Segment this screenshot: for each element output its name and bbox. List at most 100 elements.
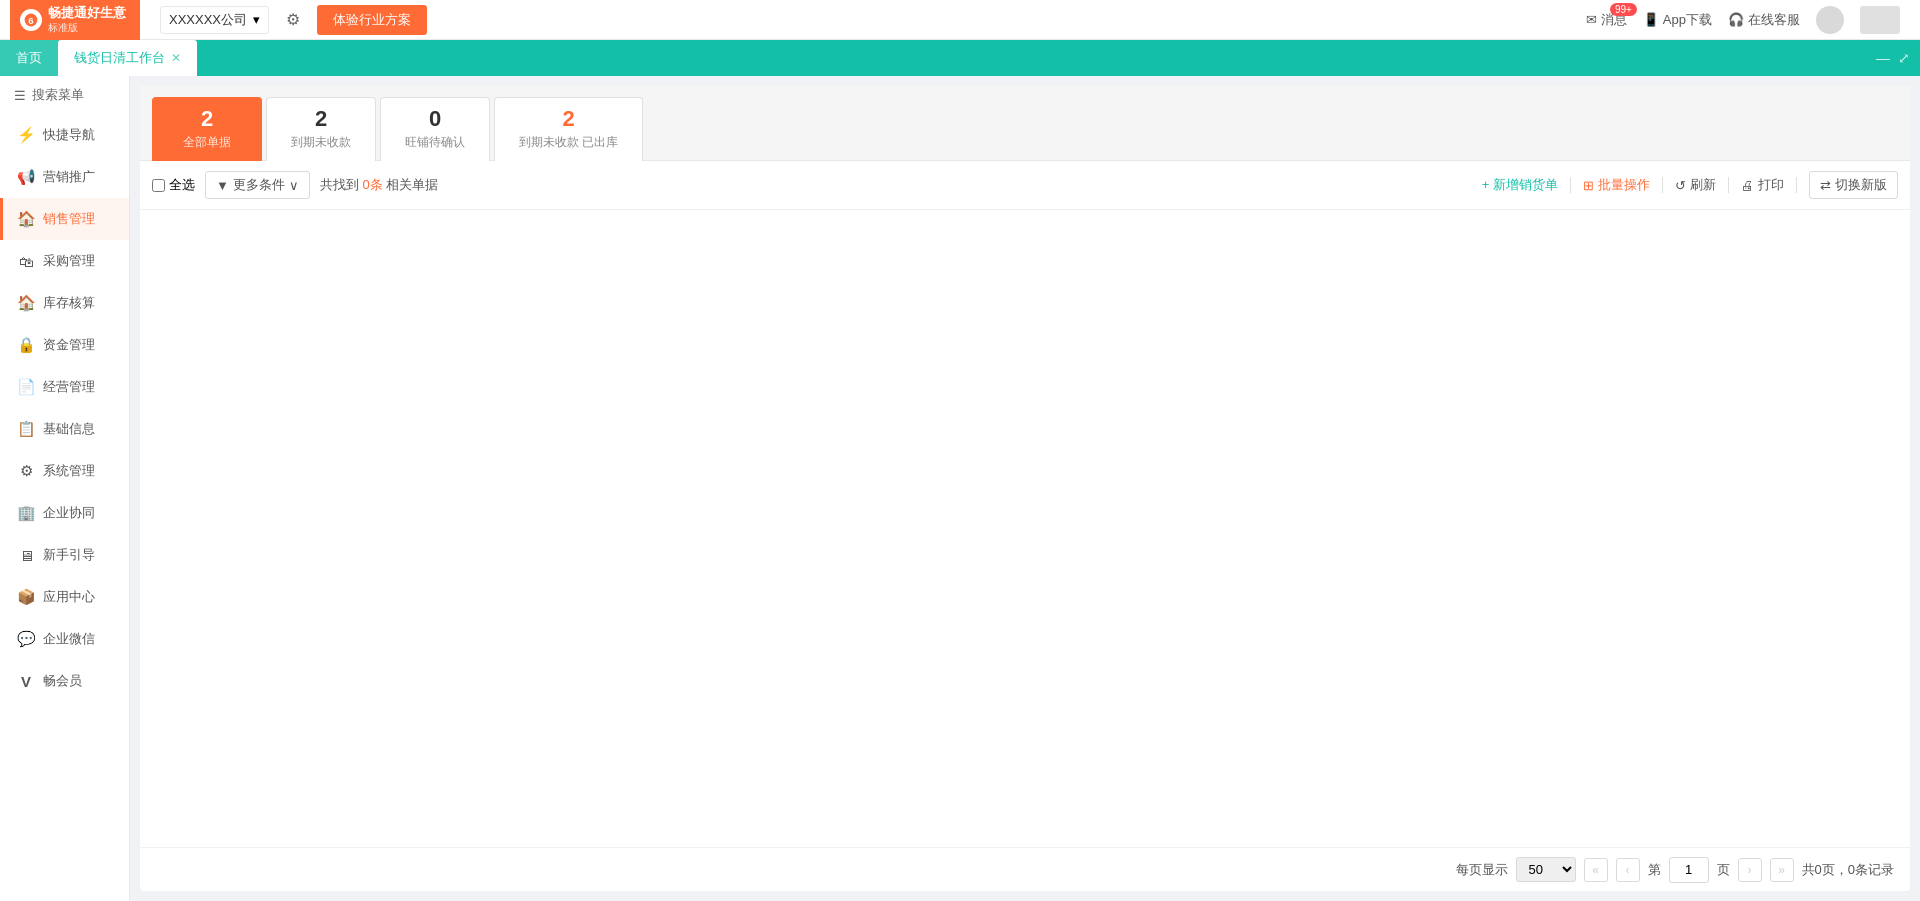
shipped-label: 到期未收款 已出库 — [519, 134, 618, 151]
sidebar-item-search-menu[interactable]: ☰ 搜索菜单 — [0, 76, 129, 114]
found-count: 0条 — [363, 177, 383, 192]
header-right: ✉ 消息 99+ 📱 App下载 🎧 在线客服 — [1586, 6, 1920, 34]
next-page-button[interactable]: › — [1738, 858, 1762, 882]
tab-close-icon[interactable]: ✕ — [171, 51, 181, 65]
per-page-select[interactable]: 50 100 200 — [1516, 857, 1576, 882]
search-icon: ☰ — [14, 88, 26, 103]
logo-area: 6 畅捷通好生意 标准版 — [10, 0, 140, 40]
last-page-icon: » — [1778, 863, 1785, 877]
refresh-button[interactable]: ↺ 刷新 — [1675, 176, 1716, 194]
first-page-button[interactable]: « — [1584, 858, 1608, 882]
appcenter-icon: 📦 — [17, 588, 35, 606]
page-prefix: 第 — [1648, 861, 1661, 879]
add-order-button[interactable]: + 新增销货单 — [1482, 176, 1558, 194]
operation-icon: 📄 — [17, 378, 35, 396]
sidebar-item-marketing[interactable]: 📢 营销推广 — [0, 156, 129, 198]
found-text: 共找到 0条 相关单据 — [320, 176, 438, 194]
dropdown-icon: ▾ — [253, 12, 260, 27]
filter-icon: ▼ — [216, 178, 229, 193]
filter-button[interactable]: ▼ 更多条件 ∨ — [205, 171, 310, 199]
tab-cashflow[interactable]: 钱货日清工作台 ✕ — [58, 40, 197, 76]
sidebar-item-inventory[interactable]: 🏠 库存核算 — [0, 282, 129, 324]
tab-maximize-button[interactable]: ⤢ — [1898, 50, 1910, 66]
sidebar-item-finance[interactable]: 🔒 资金管理 — [0, 324, 129, 366]
logo-icon: 6 — [20, 9, 42, 31]
overdue-count: 2 — [315, 106, 327, 132]
wangpu-count: 0 — [429, 106, 441, 132]
tab-minimize-button[interactable]: — — [1876, 50, 1890, 66]
per-page-label: 每页显示 — [1456, 861, 1508, 879]
sidebar-item-enterprise[interactable]: 🏢 企业协同 — [0, 492, 129, 534]
stats-tabs: 2 全部单据 2 到期未收款 0 旺铺待确认 2 到期未收款 已出库 — [140, 86, 1910, 161]
purchase-icon: 🛍 — [17, 252, 35, 270]
company-name: XXXXXX公司 — [169, 11, 247, 29]
total-records-label: 共0页，0条记录 — [1802, 861, 1894, 879]
nav-tab-controls: — ⤢ — [1876, 50, 1920, 66]
stats-tab-all[interactable]: 2 全部单据 — [152, 97, 262, 161]
sidebar-item-guide[interactable]: 🖥 新手引导 — [0, 534, 129, 576]
chevron-down-icon: ∨ — [289, 178, 299, 193]
sidebar-item-app-center[interactable]: 📦 应用中心 — [0, 576, 129, 618]
stats-tab-wangpu[interactable]: 0 旺铺待确认 — [380, 97, 490, 161]
sidebar-item-wechat[interactable]: 💬 企业微信 — [0, 618, 129, 660]
print-icon: 🖨 — [1741, 178, 1754, 193]
sidebar-item-system[interactable]: ⚙ 系统管理 — [0, 450, 129, 492]
system-icon: ⚙ — [17, 462, 35, 480]
quicknav-icon: ⚡ — [17, 126, 35, 144]
cashflow-tab-label: 钱货日清工作台 — [74, 49, 165, 67]
service-icon: 🎧 — [1728, 12, 1744, 27]
page-number-input[interactable] — [1669, 857, 1709, 883]
last-page-button[interactable]: » — [1770, 858, 1794, 882]
sidebar-item-operation[interactable]: 📄 经营管理 — [0, 366, 129, 408]
sidebar-item-purchase[interactable]: 🛍 采购管理 — [0, 240, 129, 282]
header-left: 6 畅捷通好生意 标准版 XXXXXX公司 ▾ ⚙ 体验行业方案 — [0, 0, 427, 40]
select-all-input[interactable] — [152, 179, 165, 192]
company-selector[interactable]: XXXXXX公司 ▾ — [160, 6, 269, 34]
settings-button[interactable]: ⚙ — [279, 6, 307, 34]
avatar[interactable] — [1816, 6, 1844, 34]
select-all-checkbox[interactable]: 全选 — [152, 176, 195, 194]
sidebar-item-basic-info[interactable]: 📋 基础信息 — [0, 408, 129, 450]
finance-icon: 🔒 — [17, 336, 35, 354]
member-icon: V — [17, 672, 35, 690]
app-download-button[interactable]: 📱 App下载 — [1643, 11, 1712, 29]
switch-icon: ⇄ — [1820, 178, 1831, 193]
logo-text: 畅捷通好生意 标准版 — [48, 5, 126, 35]
sidebar-item-member[interactable]: V 畅会员 — [0, 660, 129, 702]
prev-page-button[interactable]: ‹ — [1616, 858, 1640, 882]
sidebar-item-sales[interactable]: 🏠 销售管理 — [0, 198, 129, 240]
marketing-icon: 📢 — [17, 168, 35, 186]
sidebar-item-quick-nav[interactable]: ⚡ 快捷导航 — [0, 114, 129, 156]
stats-tab-shipped[interactable]: 2 到期未收款 已出库 — [494, 97, 643, 161]
content-area: 2 全部单据 2 到期未收款 0 旺铺待确认 2 到期未收款 已出库 — [130, 76, 1920, 901]
divider4 — [1796, 177, 1797, 193]
table-area — [140, 210, 1910, 847]
inventory-icon: 🏠 — [17, 294, 35, 312]
experience-button[interactable]: 体验行业方案 — [317, 5, 427, 35]
wangpu-label: 旺铺待确认 — [405, 134, 465, 151]
batch-operation-button[interactable]: ⊞ 批量操作 — [1583, 176, 1650, 194]
stats-tab-overdue[interactable]: 2 到期未收款 — [266, 97, 376, 161]
refresh-icon: ↺ — [1675, 178, 1686, 193]
user-menu[interactable] — [1860, 6, 1900, 34]
basicinfo-icon: 📋 — [17, 420, 35, 438]
nav-tabs: 首页 钱货日清工作台 ✕ — ⤢ — [0, 40, 1920, 76]
tab-home[interactable]: 首页 — [0, 40, 58, 76]
toolbar: 全选 ▼ 更多条件 ∨ 共找到 0条 相关单据 + 新增销货单 ⊞ — [140, 161, 1910, 210]
wechat-icon: 💬 — [17, 630, 35, 648]
first-page-icon: « — [1592, 863, 1599, 877]
message-button[interactable]: ✉ 消息 99+ — [1586, 11, 1627, 29]
batch-icon: ⊞ — [1583, 178, 1594, 193]
online-service-button[interactable]: 🎧 在线客服 — [1728, 11, 1800, 29]
switch-version-button[interactable]: ⇄ 切换新版 — [1809, 171, 1898, 199]
enterprise-icon: 🏢 — [17, 504, 35, 522]
guide-icon: 🖥 — [17, 546, 35, 564]
message-icon: ✉ — [1586, 12, 1597, 27]
all-orders-count: 2 — [201, 106, 213, 132]
print-button[interactable]: 🖨 打印 — [1741, 176, 1784, 194]
page-suffix: 页 — [1717, 861, 1730, 879]
sidebar: ☰ 搜索菜单 ⚡ 快捷导航 📢 营销推广 🏠 销售管理 🛍 采购管理 🏠 库存核… — [0, 76, 130, 901]
inner-content: 2 全部单据 2 到期未收款 0 旺铺待确认 2 到期未收款 已出库 — [140, 86, 1910, 891]
divider — [1570, 177, 1571, 193]
sales-icon: 🏠 — [17, 210, 35, 228]
